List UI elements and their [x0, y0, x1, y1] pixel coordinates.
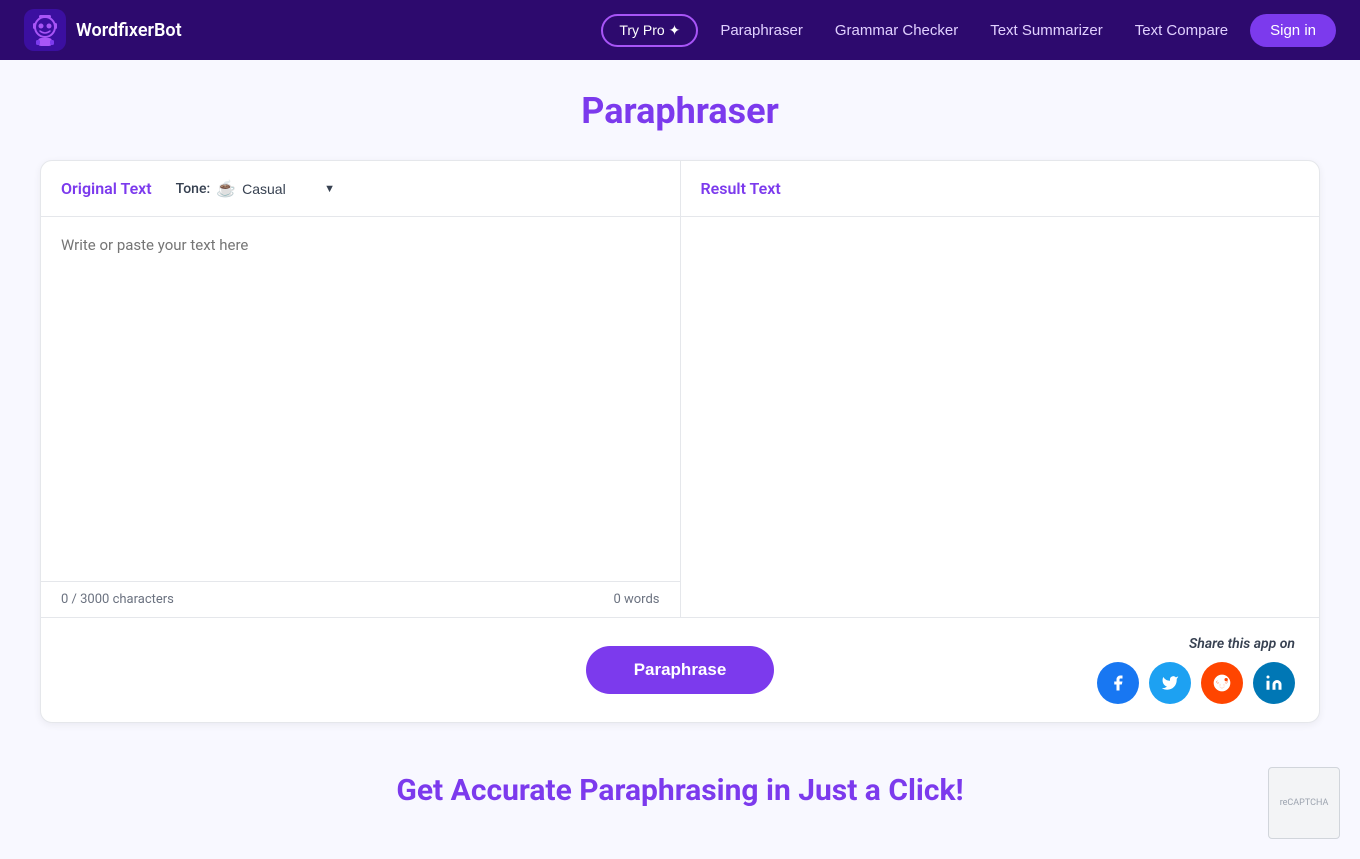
tool-card: Original Text Tone: ☕ Casual Formal Prof… [40, 160, 1320, 723]
original-text-input[interactable] [41, 217, 680, 581]
nav-text-compare[interactable]: Text Compare [1125, 16, 1238, 45]
result-panel: Result Text [681, 161, 1320, 617]
logo: WordfixerBot [24, 9, 182, 51]
result-panel-body [681, 217, 1320, 617]
navbar: WordfixerBot Try Pro ✦ Paraphraser Gramm… [0, 0, 1360, 60]
paraphrase-button[interactable]: Paraphrase [586, 646, 775, 694]
tone-dropdown-wrapper: Casual Formal Professional Simple Creati… [242, 181, 335, 197]
below-fold-highlight: Accurate Paraphrasing [451, 773, 759, 808]
share-facebook-button[interactable] [1097, 662, 1139, 704]
sign-in-button[interactable]: Sign in [1250, 14, 1336, 47]
nav-text-summarizer[interactable]: Text Summarizer [980, 16, 1113, 45]
share-icons [1097, 662, 1295, 704]
tone-label: Tone: [176, 181, 211, 197]
logo-icon [24, 9, 66, 51]
reddit-icon [1212, 673, 1232, 693]
tone-section: Tone: ☕ Casual Formal Professional Simpl… [176, 179, 335, 198]
original-panel-footer: 0 / 3000 characters 0 words [41, 581, 680, 617]
captcha-widget: reCAPTCHA [1268, 767, 1340, 839]
twitter-icon [1161, 674, 1179, 692]
share-reddit-button[interactable] [1201, 662, 1243, 704]
share-linkedin-button[interactable] [1253, 662, 1295, 704]
below-fold-prefix: Get [396, 773, 450, 808]
word-count: 0 words [613, 592, 659, 607]
original-text-label: Original Text [61, 179, 152, 198]
facebook-icon [1109, 674, 1127, 692]
brand-name: WordfixerBot [76, 20, 182, 41]
below-fold-text: Get Accurate Paraphrasing in Just a Clic… [40, 723, 1320, 838]
share-twitter-button[interactable] [1149, 662, 1191, 704]
char-count: 0 / 3000 characters [61, 592, 174, 607]
share-title: Share this app on [1189, 636, 1295, 652]
page-title: Paraphraser [40, 90, 1320, 132]
result-panel-header: Result Text [681, 161, 1320, 217]
main-content: Paraphraser Original Text Tone: ☕ Casual… [20, 60, 1340, 858]
bottom-row: Paraphrase Share this app on [41, 618, 1319, 722]
below-fold-suffix: in Just a Click! [759, 773, 964, 808]
result-text-label: Result Text [701, 179, 781, 198]
panels-row: Original Text Tone: ☕ Casual Formal Prof… [41, 161, 1319, 618]
nav-paraphraser[interactable]: Paraphraser [710, 16, 813, 45]
linkedin-icon [1265, 674, 1283, 692]
nav-grammar-checker[interactable]: Grammar Checker [825, 16, 968, 45]
tone-icon: ☕ [216, 179, 236, 198]
original-panel-header: Original Text Tone: ☕ Casual Formal Prof… [41, 161, 680, 217]
tone-select[interactable]: Casual Formal Professional Simple Creati… [242, 181, 336, 197]
try-pro-button[interactable]: Try Pro ✦ [601, 14, 698, 47]
share-section: Share this app on [774, 636, 1295, 704]
original-panel: Original Text Tone: ☕ Casual Formal Prof… [41, 161, 681, 617]
